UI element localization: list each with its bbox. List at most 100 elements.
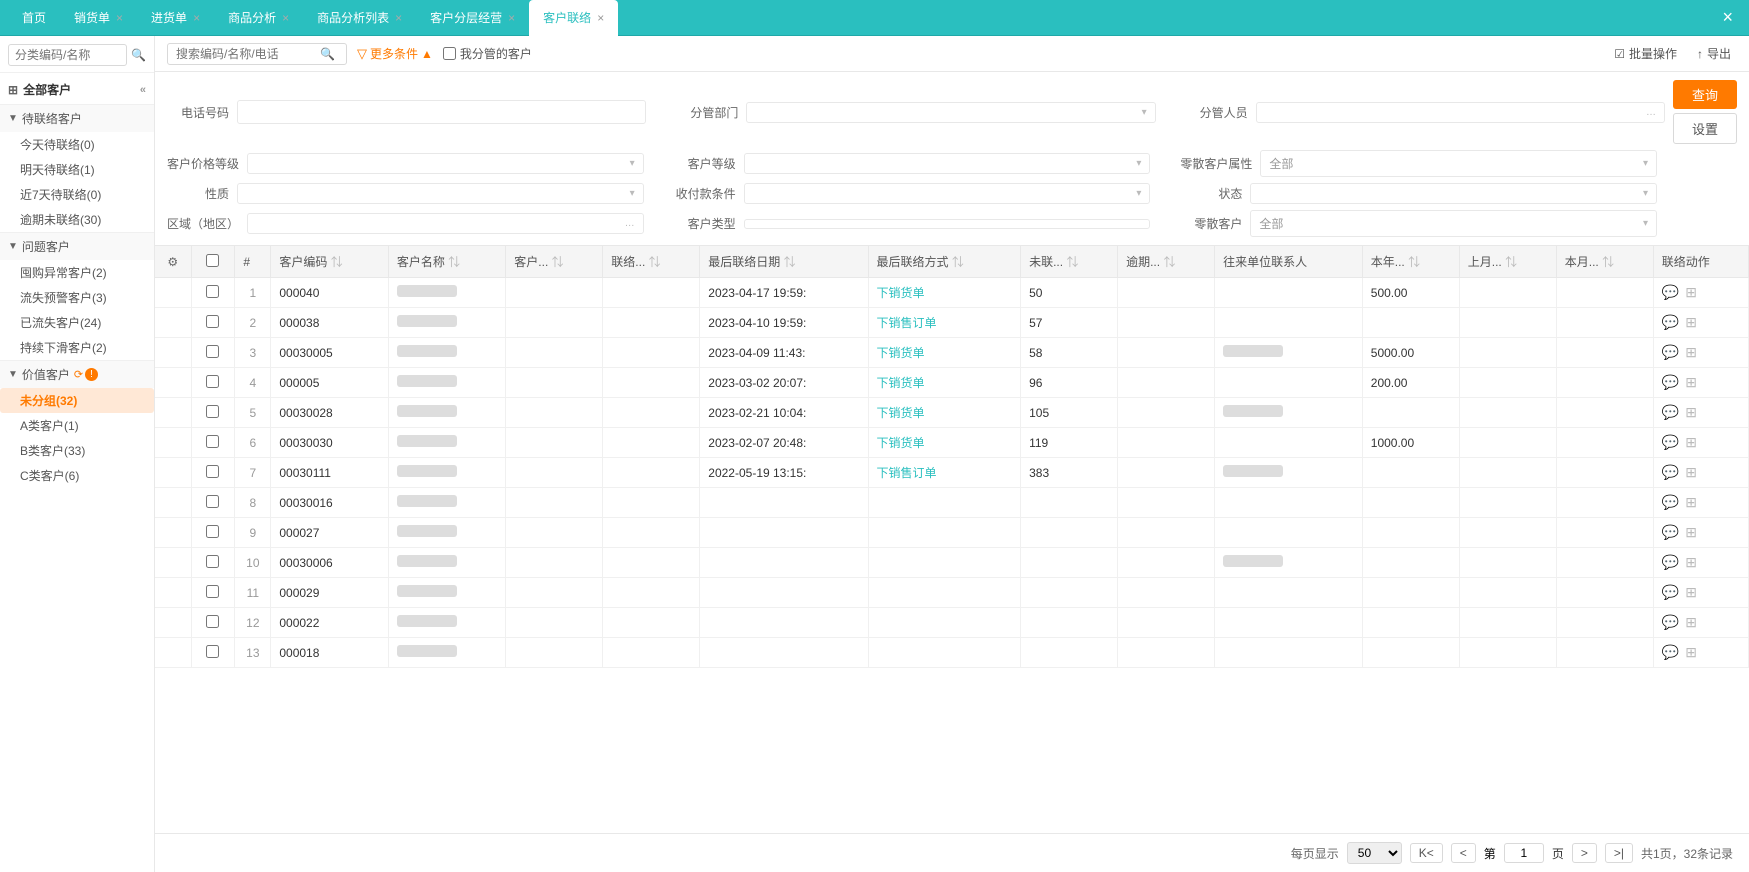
method-link[interactable]: 下销货单 (877, 376, 925, 390)
chat-icon[interactable]: 💬 (1662, 314, 1679, 331)
dept-select[interactable]: ▾ (746, 102, 1155, 123)
category-search-input[interactable] (8, 44, 127, 66)
close-icon[interactable]: × (597, 11, 604, 25)
row-checkbox[interactable] (206, 555, 219, 568)
tab-sales-order[interactable]: 销货单 × (60, 0, 137, 36)
batch-ops-button[interactable]: ☑ 批量操作 (1608, 42, 1683, 65)
grid-action-icon[interactable]: ⊞ (1685, 584, 1697, 601)
customer-type-select[interactable] (744, 219, 1151, 229)
first-page-button[interactable]: K< (1410, 843, 1443, 863)
sidebar-item-class-a[interactable]: A类客户(1) (0, 413, 154, 438)
chat-icon[interactable]: 💬 (1662, 284, 1679, 301)
grid-action-icon[interactable]: ⊞ (1685, 374, 1697, 391)
grid-action-icon[interactable]: ⊞ (1685, 404, 1697, 421)
sidebar-item-churned[interactable]: 已流失客户(24) (0, 310, 154, 335)
row-checkbox[interactable] (206, 405, 219, 418)
person-select[interactable]: … (1256, 102, 1665, 123)
row-checkbox[interactable] (206, 465, 219, 478)
col-name[interactable]: 客户名称 ⇅ (388, 246, 505, 278)
select-all-check[interactable] (206, 254, 219, 267)
row-checkbox[interactable] (206, 645, 219, 658)
close-icon[interactable]: × (116, 11, 123, 25)
col-overdue[interactable]: 逾期... ⇅ (1118, 246, 1215, 278)
customer-level-select[interactable]: ▾ (744, 153, 1151, 174)
search-icon[interactable]: 🔍 (320, 47, 335, 61)
method-link[interactable]: 下销售订单 (877, 316, 937, 330)
search-input[interactable] (176, 47, 316, 61)
grid-action-icon[interactable]: ⊞ (1685, 524, 1697, 541)
col-c1[interactable]: 客户... ⇅ (506, 246, 603, 278)
chat-icon[interactable]: 💬 (1662, 584, 1679, 601)
row-checkbox[interactable] (206, 285, 219, 298)
more-conditions-button[interactable]: ▽ 更多条件 ▲ (357, 45, 433, 62)
page-number-input[interactable] (1504, 843, 1544, 863)
chat-icon[interactable]: 💬 (1662, 374, 1679, 391)
tab-product-analysis-list[interactable]: 商品分析列表 × (303, 0, 416, 36)
col-this-year[interactable]: 本年... ⇅ (1362, 246, 1459, 278)
chat-icon[interactable]: 💬 (1662, 434, 1679, 451)
method-link[interactable]: 下销货单 (877, 286, 925, 300)
row-checkbox[interactable] (206, 525, 219, 538)
sidebar-item-7days-contact[interactable]: 近7天待联络(0) (0, 182, 154, 207)
close-icon[interactable]: × (193, 11, 200, 25)
col-no-contact[interactable]: 未联... ⇅ (1021, 246, 1118, 278)
payment-select[interactable]: ▾ (744, 183, 1151, 204)
phone-input[interactable] (237, 100, 646, 124)
page-size-select[interactable]: 50 100 200 (1347, 842, 1402, 864)
settings-icon[interactable]: ⚙ (155, 246, 191, 278)
chat-icon[interactable]: 💬 (1662, 614, 1679, 631)
all-customers-header[interactable]: ⊞ 全部客户 « (0, 73, 154, 104)
close-icon[interactable]: × (508, 11, 515, 25)
method-link[interactable]: 下销货单 (877, 406, 925, 420)
method-link[interactable]: 下销售订单 (877, 466, 937, 480)
sidebar-item-unclassified[interactable]: 未分组(32) (0, 388, 154, 413)
col-method[interactable]: 最后联络方式 ⇅ (868, 246, 1021, 278)
col-this-month[interactable]: 本月... ⇅ (1556, 246, 1653, 278)
group-pending-contact-header[interactable]: ▼ 待联络客户 (0, 104, 154, 132)
row-checkbox[interactable] (206, 345, 219, 358)
sidebar-item-hoarding-abnormal[interactable]: 囤购异常客户(2) (0, 260, 154, 285)
sidebar-item-class-c[interactable]: C类客户(6) (0, 463, 154, 488)
sidebar-item-class-b[interactable]: B类客户(33) (0, 438, 154, 463)
row-checkbox[interactable] (206, 435, 219, 448)
chat-icon[interactable]: 💬 (1662, 524, 1679, 541)
close-all-button[interactable]: × (1714, 7, 1741, 28)
grid-action-icon[interactable]: ⊞ (1685, 284, 1697, 301)
prev-page-button[interactable]: < (1451, 843, 1476, 863)
chat-icon[interactable]: 💬 (1662, 464, 1679, 481)
grid-action-icon[interactable]: ⊞ (1685, 494, 1697, 511)
chat-icon[interactable]: 💬 (1662, 494, 1679, 511)
sidebar-item-churn-warning[interactable]: 流失预警客户(3) (0, 285, 154, 310)
row-checkbox[interactable] (206, 615, 219, 628)
chat-icon[interactable]: 💬 (1662, 554, 1679, 571)
col-last-month[interactable]: 上月... ⇅ (1459, 246, 1556, 278)
grid-action-icon[interactable]: ⊞ (1685, 344, 1697, 361)
sidebar-item-overdue-contact[interactable]: 逾期未联络(30) (0, 207, 154, 232)
grid-action-icon[interactable]: ⊞ (1685, 464, 1697, 481)
retail-select[interactable]: 全部▾ (1250, 210, 1657, 237)
last-page-button[interactable]: >| (1605, 843, 1633, 863)
row-checkbox[interactable] (206, 375, 219, 388)
col-c2[interactable]: 联络... ⇅ (603, 246, 700, 278)
grid-action-icon[interactable]: ⊞ (1685, 314, 1697, 331)
col-contact-person[interactable]: 往来单位联系人 (1215, 246, 1363, 278)
chat-icon[interactable]: 💬 (1662, 344, 1679, 361)
sidebar-item-declining[interactable]: 持续下滑客户(2) (0, 335, 154, 360)
select-all-checkbox[interactable] (191, 246, 235, 278)
region-select[interactable]: … (247, 213, 644, 234)
collapse-icon[interactable]: « (140, 84, 146, 96)
grid-action-icon[interactable]: ⊞ (1685, 554, 1697, 571)
my-customers-check[interactable] (443, 47, 456, 60)
reset-button[interactable]: 设置 (1673, 113, 1737, 144)
row-checkbox[interactable] (206, 495, 219, 508)
tab-customer-segment[interactable]: 客户分层经营 × (416, 0, 529, 36)
method-link[interactable]: 下销货单 (877, 436, 925, 450)
search-icon[interactable]: 🔍 (131, 48, 146, 62)
group-value-customers-header[interactable]: ▼ 价值客户 ⟳ ! (0, 360, 154, 388)
col-date[interactable]: 最后联络日期 ⇅ (700, 246, 868, 278)
tab-purchase-order[interactable]: 进货单 × (137, 0, 214, 36)
status-select[interactable]: ▾ (1250, 183, 1657, 204)
group-problem-customers-header[interactable]: ▼ 问题客户 (0, 232, 154, 260)
sidebar-item-today-contact[interactable]: 今天待联络(0) (0, 132, 154, 157)
close-icon[interactable]: × (282, 11, 289, 25)
